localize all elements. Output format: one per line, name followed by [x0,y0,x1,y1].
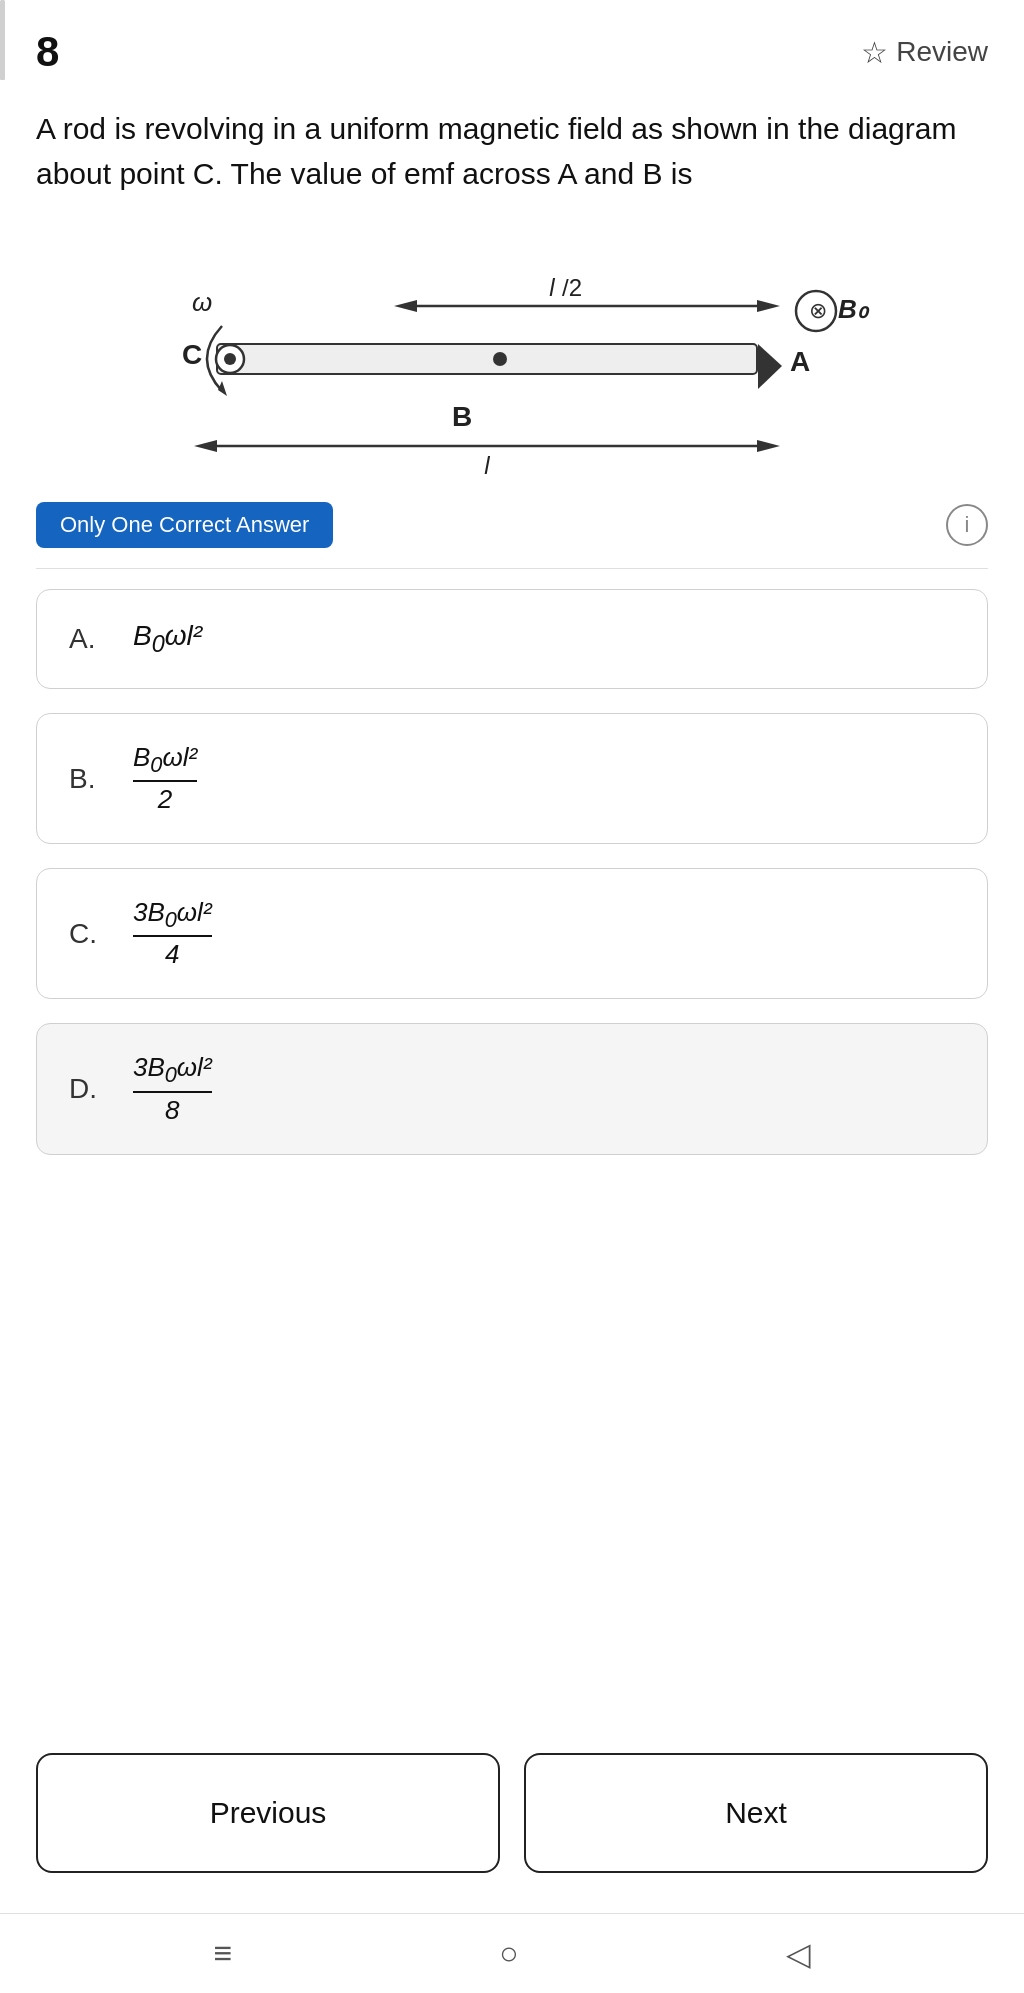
option-c[interactable]: C. 3B0ωl² 4 [36,868,988,999]
svg-marker-21 [218,381,227,396]
option-d-bar [0,0,5,80]
back-icon[interactable]: ◁ [786,1935,811,1973]
option-c-fraction: 3B0ωl² 4 [133,897,212,970]
svg-text:B₀: B₀ [838,294,870,324]
svg-marker-11 [757,300,780,312]
option-d-fraction: 3B0ωl² 8 [133,1052,212,1125]
diagram-area: ω C A B [36,216,988,476]
next-button[interactable]: Next [524,1753,988,1873]
bottom-nav-bar: ≡ ○ ◁ [0,1913,1024,1993]
previous-button[interactable]: Previous [36,1753,500,1873]
option-a-content: B0ωl² [133,620,202,658]
navigation-buttons: Previous Next [0,1733,1024,1913]
svg-marker-6 [758,344,782,389]
option-b-fraction: B0ωl² 2 [133,742,197,815]
svg-text:A: A [790,346,810,377]
options-container: A. B0ωl² B. B0ωl² 2 C. 3B0ωl² 4 [0,569,1024,1733]
svg-text:⊗: ⊗ [809,298,827,323]
option-b-content: B0ωl² 2 [133,742,197,815]
option-d[interactable]: D. 3B0ωl² 8 [36,1023,988,1154]
header: 8 ☆ Review [0,0,1024,96]
option-a-label: A. [69,623,109,655]
svg-rect-2 [217,344,757,374]
option-c-content: 3B0ωl² 4 [133,897,212,970]
svg-text:C: C [182,339,202,370]
svg-marker-10 [394,300,417,312]
option-d-content: 3B0ωl² 8 [133,1052,212,1125]
svg-text:/2: /2 [562,274,582,301]
menu-icon[interactable]: ≡ [214,1935,233,1972]
svg-point-4 [224,353,236,365]
svg-marker-19 [757,440,780,452]
answer-type-row: Only One Correct Answer i [0,486,1024,548]
svg-marker-18 [194,440,217,452]
review-label: Review [896,36,988,68]
svg-text:B: B [452,401,472,432]
star-icon: ☆ [861,35,888,70]
svg-point-5 [493,352,507,366]
option-c-label: C. [69,918,109,950]
option-b-label: B. [69,763,109,795]
answer-type-badge: Only One Correct Answer [36,502,333,548]
review-button[interactable]: ☆ Review [861,35,988,70]
question-text: A rod is revolving in a uniform magnetic… [0,96,1024,196]
info-icon[interactable]: i [946,504,988,546]
svg-text:l: l [549,274,555,301]
option-a[interactable]: A. B0ωl² [36,589,988,689]
option-b[interactable]: B. B0ωl² 2 [36,713,988,844]
option-d-label: D. [69,1073,109,1105]
diagram-svg: ω C A B [36,216,988,476]
question-number: 8 [36,28,59,76]
svg-text:ω: ω [192,287,212,317]
svg-text:l: l [484,452,490,476]
home-icon[interactable]: ○ [499,1935,518,1972]
